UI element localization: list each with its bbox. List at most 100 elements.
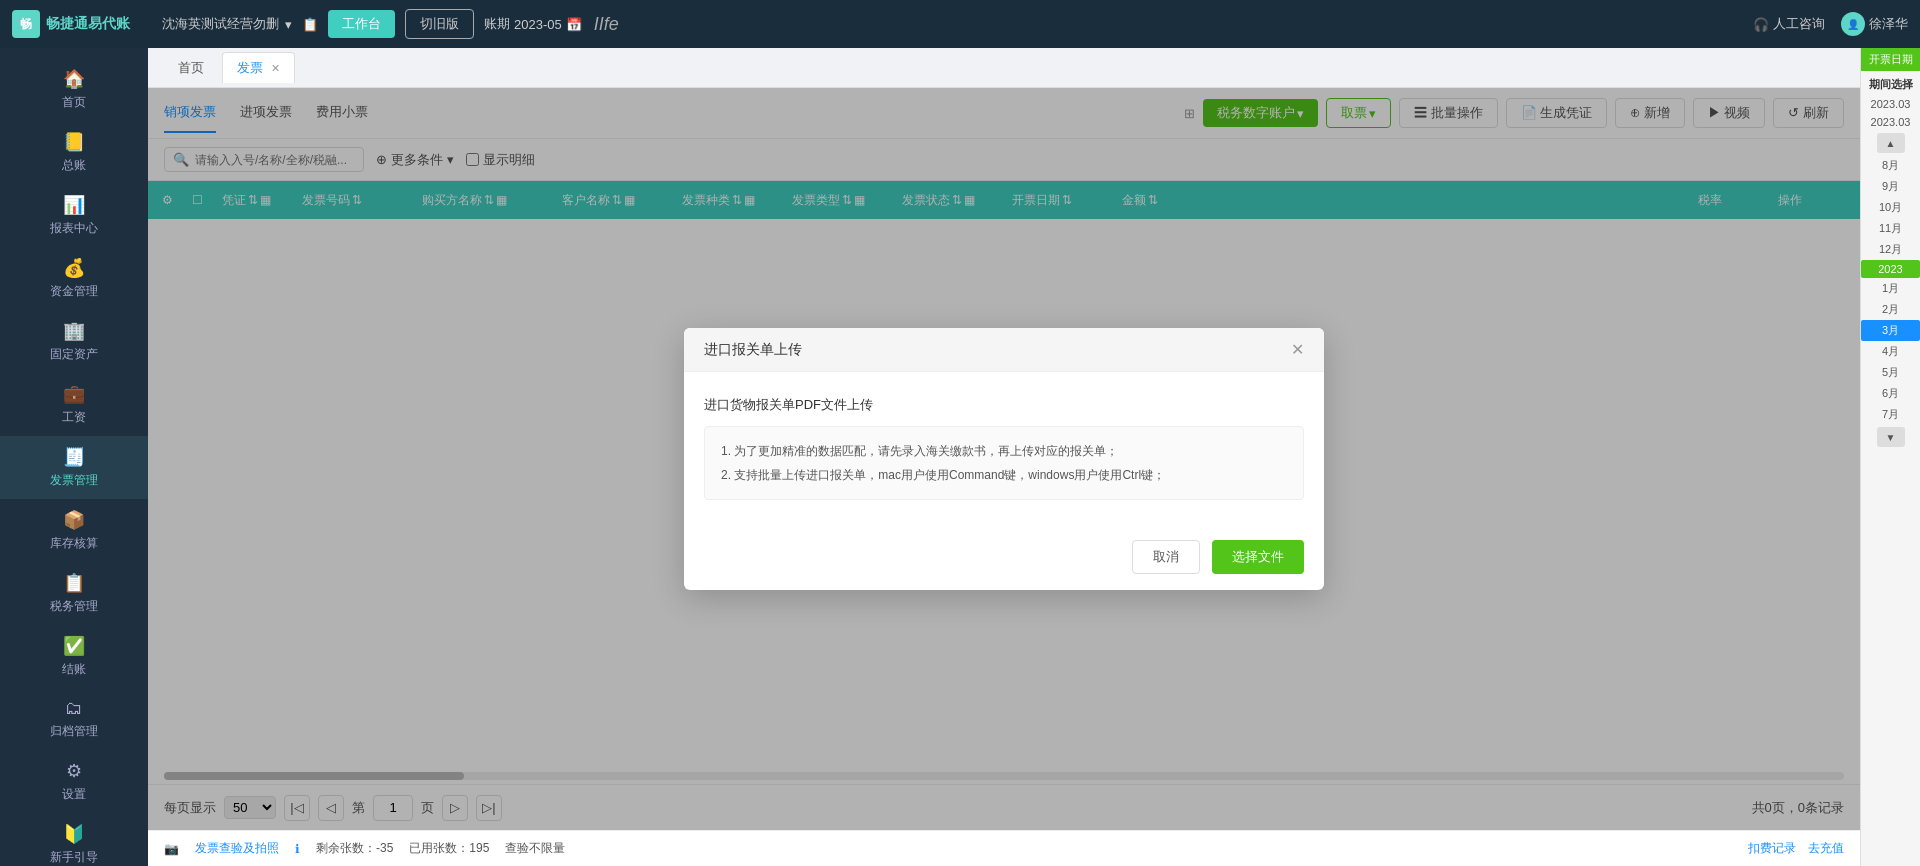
page-content: 销项发票 进项发票 费用小票 ⊞ 税务数字账户 ▾ 取票 ▾ [148, 88, 1860, 830]
company-selector[interactable]: 沈海英测试经营勿删 ▾ 📋 [162, 15, 318, 33]
funds-icon: 💰 [63, 257, 85, 279]
sidebar-label-close: 结账 [62, 661, 86, 678]
period-2023-year[interactable]: 2023 [1861, 260, 1920, 278]
sidebar-label-guide: 新手引导 [50, 849, 98, 866]
dialog-overlay: 进口报关单上传 ✕ 进口货物报关单PDF文件上传 1. 为了更加精准的数据匹配，… [148, 88, 1860, 830]
sidebar-label-archive: 归档管理 [50, 723, 98, 740]
calendar-icon[interactable]: 📅 [566, 17, 582, 32]
invoice-check-link[interactable]: 发票查验及拍照 [195, 840, 279, 857]
sidebar-item-guide[interactable]: 🔰 新手引导 [0, 813, 148, 866]
sidebar-label-assets: 固定资产 [50, 346, 98, 363]
assets-icon: 🏢 [63, 320, 85, 342]
home-icon: 🏠 [63, 68, 85, 90]
dialog-footer: 取消 选择文件 [684, 524, 1324, 590]
period-up-button[interactable]: ▲ [1877, 133, 1905, 153]
period-6[interactable]: 6月 [1861, 383, 1920, 404]
sidebar-label-reports: 报表中心 [50, 220, 98, 237]
sidebar-label-settings: 设置 [62, 786, 86, 803]
avatar: 👤 [1841, 12, 1865, 36]
headset-icon: 🎧 [1753, 17, 1769, 32]
sidebar-label-tax: 税务管理 [50, 598, 98, 615]
period-2023-03-second[interactable]: 2023.03 [1861, 113, 1920, 131]
dialog-close-button[interactable]: ✕ [1291, 340, 1304, 359]
info-icon: ℹ [295, 842, 300, 856]
dialog-body: 进口货物报关单PDF文件上传 1. 为了更加精准的数据匹配，请先录入海关缴款书，… [684, 372, 1324, 524]
close-books-icon: ✅ [63, 635, 85, 657]
salary-icon: 💼 [63, 383, 85, 405]
sidebar-item-assets[interactable]: 🏢 固定资产 [0, 310, 148, 373]
period-12[interactable]: 12月 [1861, 239, 1920, 260]
recharge-link[interactable]: 去充值 [1808, 840, 1844, 857]
period-header: 期间选择 [1861, 71, 1920, 95]
invoice-check-icon: 📷 [164, 842, 179, 856]
sidebar-item-funds[interactable]: 💰 资金管理 [0, 247, 148, 310]
top-bar-right: 🎧 人工咨询 👤 徐泽华 [1753, 12, 1908, 36]
sidebar: 🏠 首页 📒 总账 📊 报表中心 💰 资金管理 🏢 固定资产 💼 工资 🧾 发票… [0, 48, 148, 866]
select-file-button[interactable]: 选择文件 [1212, 540, 1304, 574]
switch-version-button[interactable]: 切旧版 [405, 9, 474, 39]
service-button[interactable]: 🎧 人工咨询 [1753, 15, 1825, 33]
guide-icon: 🔰 [63, 823, 85, 845]
sidebar-item-salary[interactable]: 💼 工资 [0, 373, 148, 436]
sidebar-label-ledger: 总账 [62, 157, 86, 174]
tab-home[interactable]: 首页 [164, 53, 218, 83]
period-2023-03-first[interactable]: 2023.03 [1861, 95, 1920, 113]
avatar-icon: 👤 [1847, 19, 1859, 30]
sidebar-item-home[interactable]: 🏠 首页 [0, 58, 148, 121]
period-1[interactable]: 1月 [1861, 278, 1920, 299]
sidebar-item-tax[interactable]: 📋 税务管理 [0, 562, 148, 625]
service-label: 人工咨询 [1773, 15, 1825, 33]
period-10[interactable]: 10月 [1861, 197, 1920, 218]
company-name: 沈海英测试经营勿删 [162, 15, 279, 33]
dialog-title: 进口报关单上传 [704, 341, 802, 359]
company-dropdown-icon[interactable]: ▾ [285, 17, 292, 32]
period-11[interactable]: 11月 [1861, 218, 1920, 239]
period-down-button[interactable]: ▼ [1877, 427, 1905, 447]
dialog-info-box: 1. 为了更加精准的数据匹配，请先录入海关缴款书，再上传对应的报关单； 2. 支… [704, 426, 1304, 500]
period-7[interactable]: 7月 [1861, 404, 1920, 425]
tab-bar: 首页 发票 ✕ [148, 48, 1860, 88]
period-3[interactable]: 3月 [1861, 320, 1920, 341]
content-area: 首页 发票 ✕ 销项发票 进项发票 费用小票 ⊞ [148, 48, 1860, 866]
sidebar-label-invoice: 发票管理 [50, 472, 98, 489]
sidebar-item-settings[interactable]: ⚙ 设置 [0, 750, 148, 813]
open-date-label: 开票日期 [1869, 53, 1913, 65]
logo-icon: 畅 [12, 10, 40, 38]
import-customs-dialog: 进口报关单上传 ✕ 进口货物报关单PDF文件上传 1. 为了更加精准的数据匹配，… [684, 328, 1324, 590]
period-4[interactable]: 4月 [1861, 341, 1920, 362]
ledger-icon: 📒 [63, 131, 85, 153]
period-2[interactable]: 2月 [1861, 299, 1920, 320]
period-8[interactable]: 8月 [1861, 155, 1920, 176]
tab-close-button[interactable]: ✕ [271, 62, 280, 74]
sidebar-label-home: 首页 [62, 94, 86, 111]
tab-home-label: 首页 [178, 60, 204, 75]
settings-icon: ⚙ [66, 760, 82, 782]
inventory-icon: 📦 [63, 509, 85, 531]
tab-invoice[interactable]: 发票 ✕ [222, 52, 295, 83]
sidebar-item-ledger[interactable]: 📒 总账 [0, 121, 148, 184]
sidebar-item-inventory[interactable]: 📦 库存核算 [0, 499, 148, 562]
invoice-icon: 🧾 [63, 446, 85, 468]
query-limit: 查验不限量 [505, 840, 565, 857]
app-logo: 畅 畅捷通易代账 [12, 10, 152, 38]
period-display: 账期 2023-05 📅 IIfe [484, 14, 619, 35]
open-date-button[interactable]: 开票日期 [1861, 48, 1920, 71]
sidebar-item-archive[interactable]: 🗂 归档管理 [0, 688, 148, 750]
tab-invoice-label: 发票 [237, 60, 263, 75]
period-label: 账期 [484, 15, 510, 33]
company-icon: 📋 [302, 17, 318, 32]
sidebar-item-close[interactable]: ✅ 结账 [0, 625, 148, 688]
archive-icon: 🗂 [65, 698, 83, 719]
fee-record-link[interactable]: 扣费记录 [1748, 840, 1796, 857]
workspace-button[interactable]: 工作台 [328, 10, 395, 38]
remaining-count: 剩余张数：-35 [316, 840, 393, 857]
cancel-button[interactable]: 取消 [1132, 540, 1200, 574]
period-9[interactable]: 9月 [1861, 176, 1920, 197]
sidebar-item-reports[interactable]: 📊 报表中心 [0, 184, 148, 247]
used-count: 已用张数：195 [409, 840, 489, 857]
sidebar-label-funds: 资金管理 [50, 283, 98, 300]
user-menu[interactable]: 👤 徐泽华 [1841, 12, 1908, 36]
period-5[interactable]: 5月 [1861, 362, 1920, 383]
iife-text: IIfe [594, 14, 619, 35]
sidebar-item-invoice[interactable]: 🧾 发票管理 [0, 436, 148, 499]
